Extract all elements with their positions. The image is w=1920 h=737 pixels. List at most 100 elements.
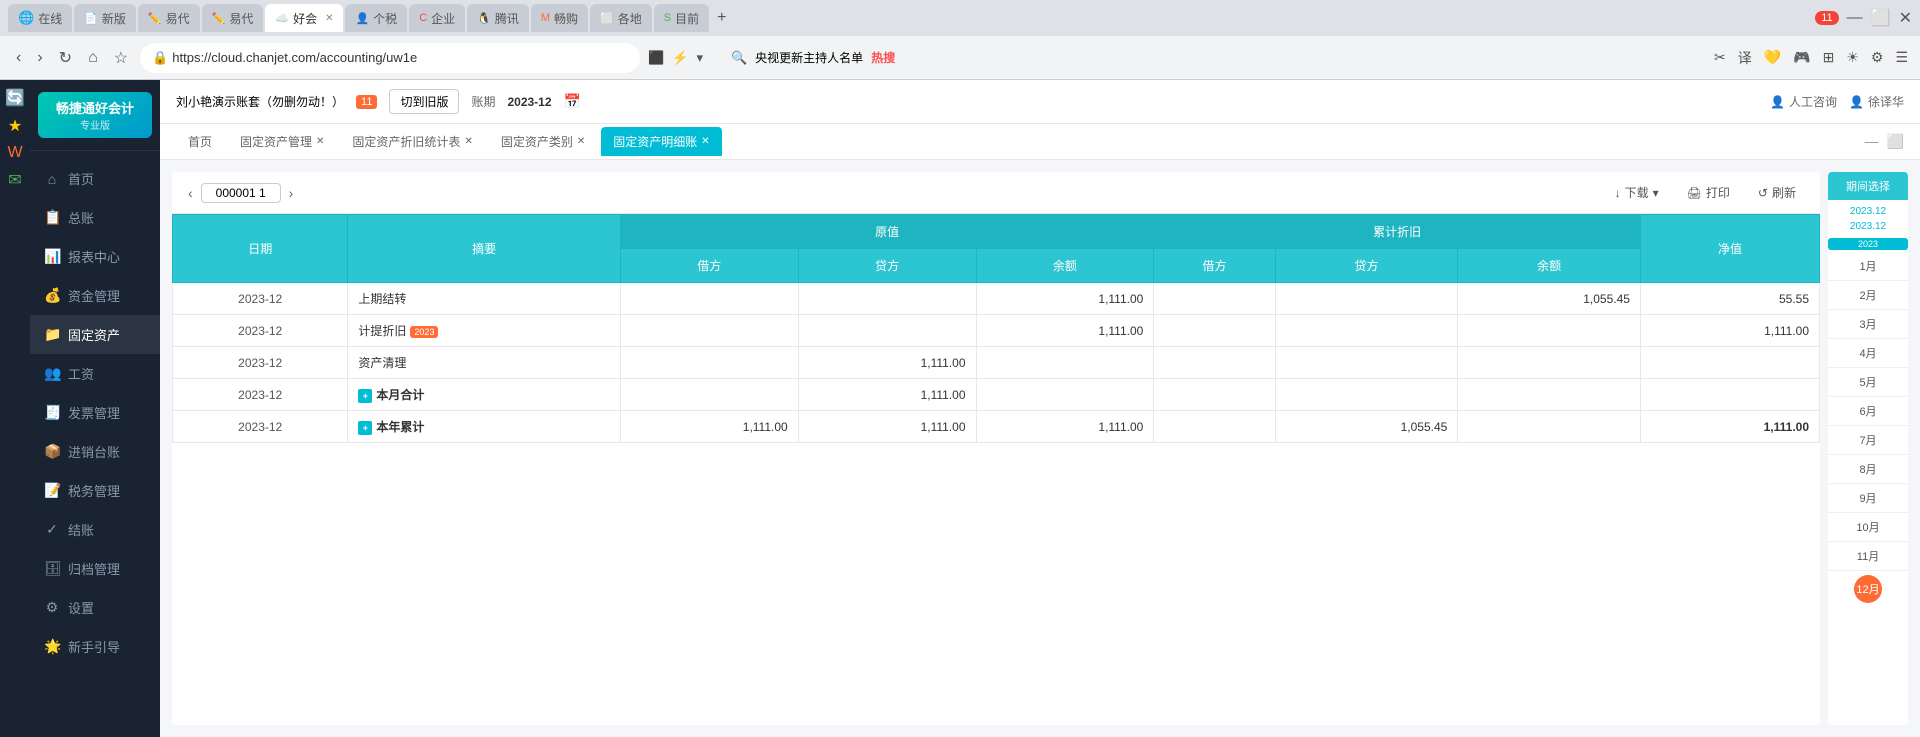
- sidebar-item-fixed-assets[interactable]: 📁 固定资产: [30, 315, 160, 354]
- sidebar-item-tax[interactable]: 📝 税务管理: [30, 471, 160, 510]
- browser-tab-tax[interactable]: 👤 个税: [345, 4, 407, 32]
- period-month-item[interactable]: 12月: [1828, 571, 1908, 607]
- tab-close-fixed-mgmt[interactable]: ✕: [316, 136, 324, 147]
- browser-tab-tencent[interactable]: 🐧 腾讯: [467, 4, 529, 32]
- sidebar-item-settings[interactable]: ⚙ 设置: [30, 588, 160, 627]
- print-button[interactable]: 🖨 打印: [1679, 180, 1738, 205]
- browser-tab-chang[interactable]: M 畅购: [531, 4, 588, 32]
- page-tab-home[interactable]: 首页: [176, 127, 224, 156]
- period-month-item[interactable]: 3月: [1828, 310, 1908, 339]
- browser-tab-yidai2[interactable]: ✏️ 易代: [202, 4, 264, 32]
- grid-icon[interactable]: ⊞: [1823, 49, 1835, 66]
- service-button[interactable]: 👤 人工咨询: [1770, 93, 1837, 110]
- wallet-icon[interactable]: 💛: [1764, 49, 1781, 66]
- period-month-item[interactable]: 10月: [1828, 513, 1908, 542]
- page-number-display[interactable]: 000001 1: [201, 183, 281, 203]
- browser-tab-yidai1[interactable]: ✏️ 易代: [138, 4, 200, 32]
- search-bar: 🔍 央视更新主持人名单 热搜: [731, 49, 1706, 66]
- sidebar-item-home[interactable]: ⌂ 首页: [30, 159, 160, 198]
- new-tab-button[interactable]: +: [711, 9, 732, 27]
- close-window-button[interactable]: ✕: [1899, 8, 1912, 28]
- cell-accum-balance: [1458, 379, 1641, 411]
- sidebar-item-salary[interactable]: 👥 工资: [30, 354, 160, 393]
- browser-tab-accounting[interactable]: ☁️ 好会 ✕: [265, 4, 343, 32]
- page-tab-fixed-mgmt[interactable]: 固定资产管理 ✕: [228, 127, 336, 156]
- switch-version-button[interactable]: 切到旧版: [389, 89, 459, 114]
- sidebar-item-ledger[interactable]: 📋 总账: [30, 198, 160, 237]
- period-month-item[interactable]: 8月: [1828, 455, 1908, 484]
- win-maximize-icon[interactable]: ⬜: [1887, 133, 1904, 150]
- period-date-start[interactable]: 2023.12: [1832, 204, 1904, 219]
- sidebar-item-archive[interactable]: 🗄 归档管理: [30, 549, 160, 588]
- sidebar-item-checkout[interactable]: ✓ 结账: [30, 510, 160, 549]
- sidebar-extra-icon-star[interactable]: ★: [8, 116, 22, 136]
- period-month-active[interactable]: 12月: [1854, 575, 1882, 603]
- tab-close-detail[interactable]: ✕: [701, 136, 709, 147]
- col-sub-orig-credit: 贷方: [798, 249, 976, 283]
- lightning-icon[interactable]: ⚡: [672, 50, 688, 66]
- browser-tab-gedi[interactable]: ⬜ 各地: [590, 4, 652, 32]
- period-month-label[interactable]: 1月: [1828, 252, 1908, 281]
- scissors-icon[interactable]: ✂: [1714, 49, 1726, 66]
- settings-icon[interactable]: ⚙: [1871, 49, 1884, 66]
- page-tab-category[interactable]: 固定资产类别 ✕: [489, 127, 597, 156]
- brightness-icon[interactable]: ☀: [1846, 49, 1859, 66]
- period-month-item[interactable]: 20231月: [1828, 238, 1908, 281]
- sidebar-extra-icon-mail[interactable]: ✉: [8, 170, 21, 190]
- download-button[interactable]: ↓ 下载 ▾: [1607, 180, 1667, 205]
- tab-close-category[interactable]: ✕: [577, 136, 585, 147]
- sidebar-item-inventory[interactable]: 📦 进销台账: [30, 432, 160, 471]
- cell-orig-debit: [620, 347, 798, 379]
- reload-button[interactable]: ↻: [55, 44, 76, 72]
- period-month-item[interactable]: 7月: [1828, 426, 1908, 455]
- minimize-button[interactable]: —: [1847, 9, 1863, 27]
- sidebar-extra-icon-1[interactable]: 🔄: [5, 88, 25, 108]
- period-month-item[interactable]: 2月: [1828, 281, 1908, 310]
- table-wrapper: 日期 摘要 原值 累计折旧 净值 借方 贷方 余额 借方: [172, 214, 1820, 725]
- page-tab-detail[interactable]: 固定资产明细账 ✕: [601, 127, 721, 156]
- browser-tab-online[interactable]: 🌐 在线: [8, 4, 72, 32]
- game-icon[interactable]: 🎮: [1793, 49, 1810, 66]
- sidebar-extra-icon-weibo[interactable]: W: [7, 144, 22, 162]
- cell-orig-credit: 1,111.00: [798, 379, 976, 411]
- home-nav-button[interactable]: ⌂: [84, 45, 102, 71]
- bookmark-button[interactable]: ☆: [110, 44, 132, 72]
- next-page-button[interactable]: ›: [289, 185, 294, 201]
- sidebar-item-guide[interactable]: 🌟 新手引导: [30, 627, 160, 666]
- page-tab-depreciation[interactable]: 固定资产折旧统计表 ✕: [340, 127, 484, 156]
- period-month-item[interactable]: 5月: [1828, 368, 1908, 397]
- period-month-item[interactable]: 4月: [1828, 339, 1908, 368]
- period-month-item[interactable]: 9月: [1828, 484, 1908, 513]
- cell-accum-credit: [1275, 315, 1458, 347]
- translate-icon[interactable]: 译: [1738, 48, 1752, 68]
- url-bar[interactable]: 🔒 https://cloud.chanjet.com/accounting/u…: [140, 43, 640, 73]
- cell-date: 2023-12: [173, 411, 348, 443]
- period-month-item[interactable]: 6月: [1828, 397, 1908, 426]
- browser-tab-enterprise[interactable]: C 企业: [409, 4, 465, 32]
- tab-close-depreciation[interactable]: ✕: [464, 136, 472, 147]
- period-date-end[interactable]: 2023.12: [1832, 219, 1904, 234]
- browser-tab-target[interactable]: S 目前: [654, 4, 709, 32]
- refresh-button[interactable]: ↺ 刷新: [1750, 180, 1804, 205]
- menu-icon[interactable]: ☰: [1895, 49, 1908, 66]
- sidebar-label-home: 首页: [68, 169, 94, 188]
- forward-button[interactable]: ›: [33, 45, 46, 71]
- back-button[interactable]: ‹: [12, 45, 25, 71]
- maximize-button[interactable]: ⬜: [1871, 8, 1891, 28]
- dropdown-icon[interactable]: ▾: [696, 50, 703, 66]
- browser-tab-new[interactable]: 📄 新版: [74, 4, 136, 32]
- sidebar-item-funds[interactable]: 💰 资金管理: [30, 276, 160, 315]
- user-button[interactable]: 👤 徐译华: [1849, 93, 1904, 110]
- browser-tab-close[interactable]: ✕: [325, 13, 333, 24]
- period-month-item[interactable]: 11月: [1828, 542, 1908, 571]
- col-sub-accum-credit: 贷方: [1275, 249, 1458, 283]
- sidebar-item-reports[interactable]: 📊 报表中心: [30, 237, 160, 276]
- sidebar-item-invoice[interactable]: 🧾 发票管理: [30, 393, 160, 432]
- extensions-icon[interactable]: ⬛: [648, 50, 664, 66]
- calendar-icon[interactable]: 📅: [564, 93, 581, 110]
- download-label: 下载: [1625, 184, 1649, 201]
- page-actions: ↓ 下载 ▾ 🖨 打印 ↺ 刷新: [1607, 180, 1804, 205]
- pagination-bar: ‹ 000001 1 › ↓ 下载 ▾ 🖨 打印: [172, 172, 1820, 214]
- win-minimize-icon[interactable]: —: [1865, 133, 1879, 150]
- prev-page-button[interactable]: ‹: [188, 185, 193, 201]
